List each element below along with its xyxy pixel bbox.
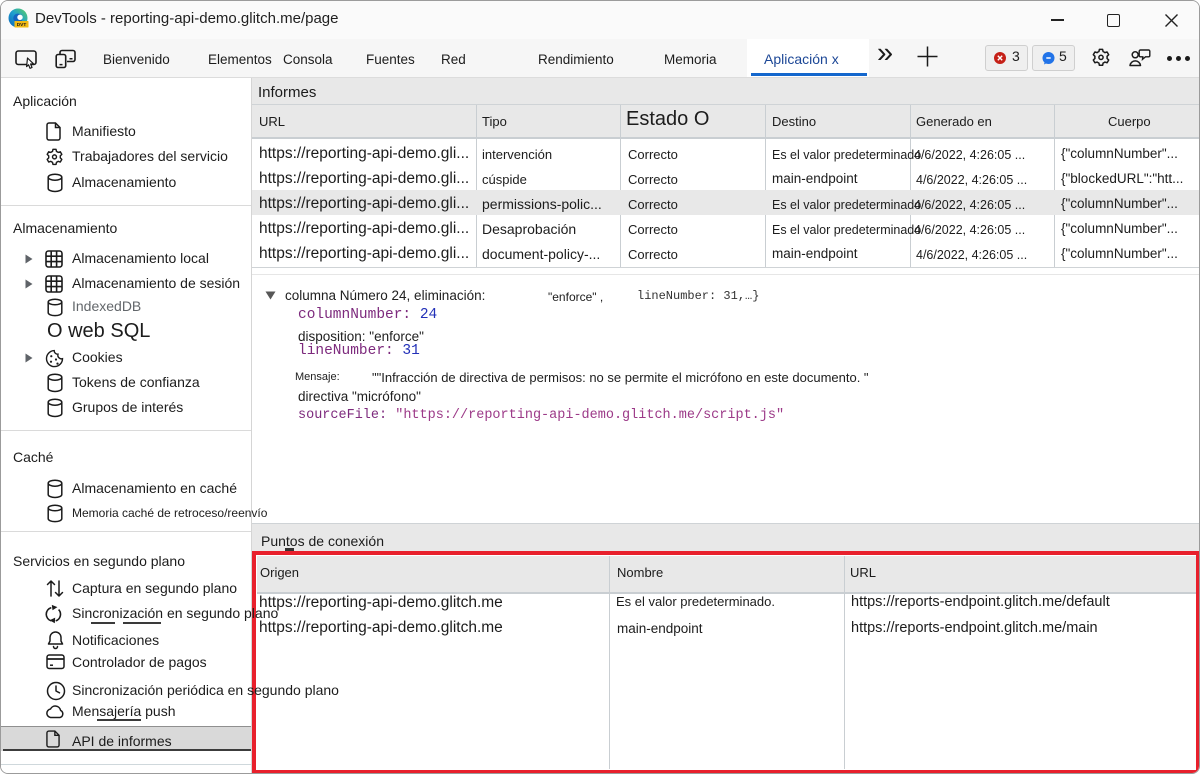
svg-text:DVT: DVT: [17, 22, 27, 28]
